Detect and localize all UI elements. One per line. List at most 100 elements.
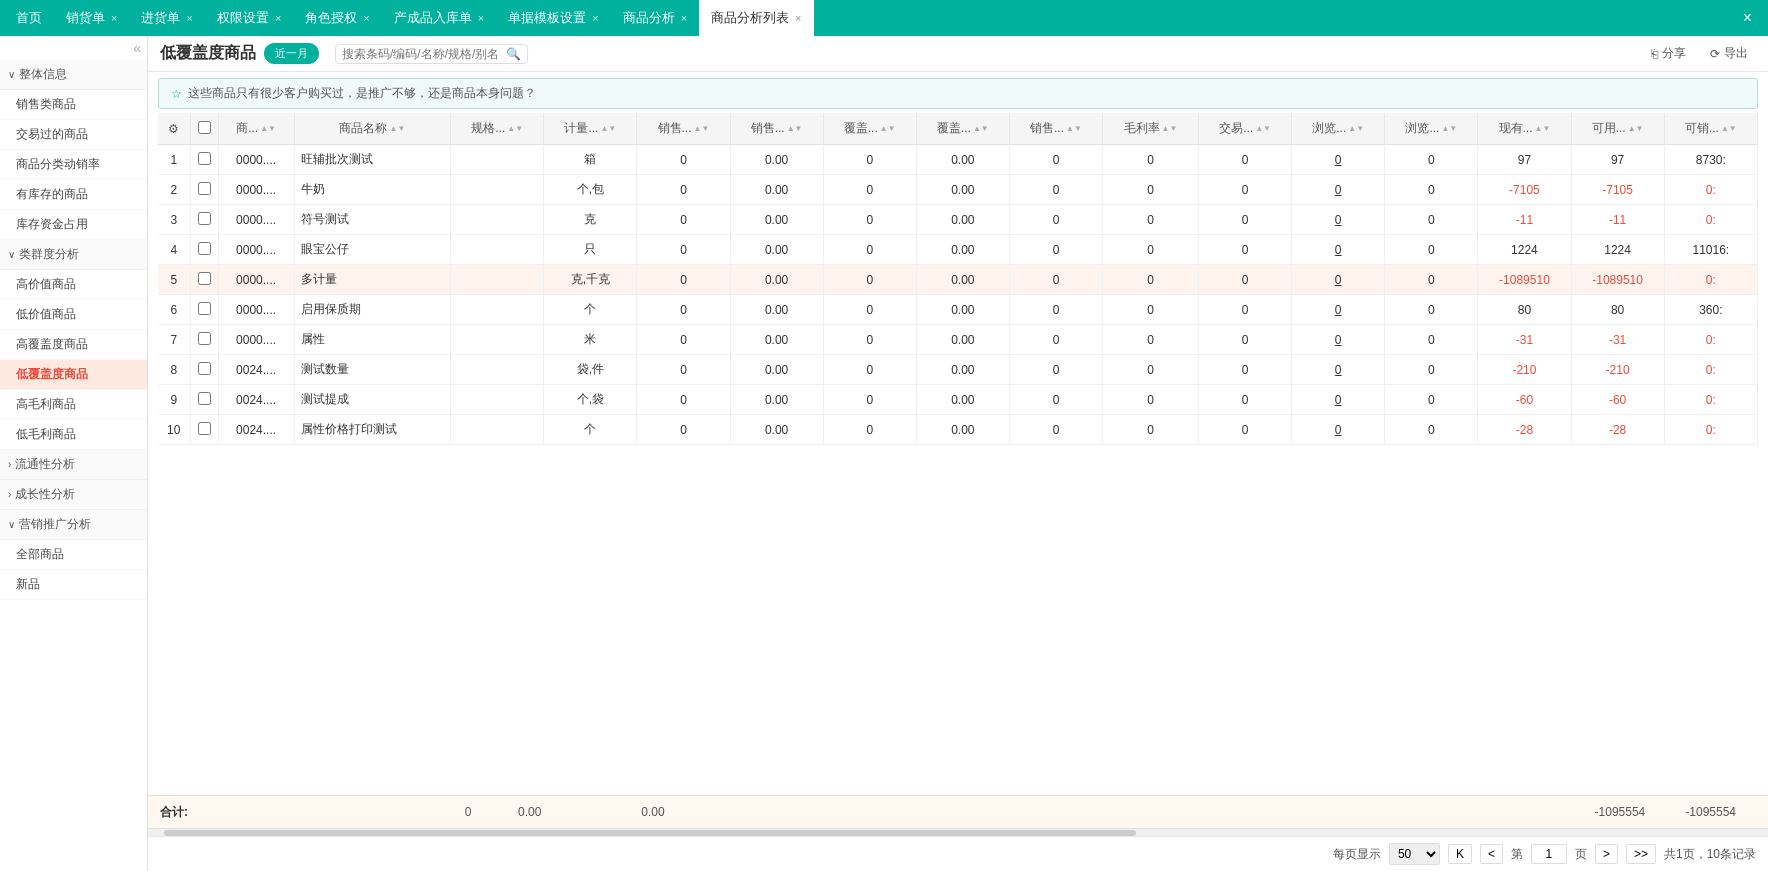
cell-browse1[interactable]: 0 [1292,325,1385,355]
cell-browse1[interactable]: 0 [1292,235,1385,265]
col-spec[interactable]: 规格... ▲▼ [451,113,544,145]
page-number-input[interactable] [1531,844,1567,864]
table-container[interactable]: ⚙ 商... ▲▼ 商品名称 [148,113,1768,795]
nav-roles-close[interactable]: × [363,0,369,36]
row-checkbox[interactable] [198,212,211,225]
page-prev-button[interactable]: < [1480,844,1503,864]
share-button[interactable]: ⎗ 分享 [1643,42,1694,65]
browse1-link[interactable]: 0 [1335,363,1342,377]
col-margin[interactable]: 毛利率 ▲▼ [1103,113,1199,145]
nav-sales[interactable]: 销货单 × [54,0,129,36]
cell-checkbox[interactable] [190,355,218,385]
sidebar-item-low-margin[interactable]: 低毛利商品 [0,420,147,450]
sidebar-item-all-goods[interactable]: 全部商品 [0,540,147,570]
sidebar-section-overall[interactable]: ∨ 整体信息 [0,60,147,90]
nav-analysis-list-close[interactable]: × [795,0,801,36]
cell-browse1[interactable]: 0 [1292,265,1385,295]
browse1-link[interactable]: 0 [1335,273,1342,287]
cell-checkbox[interactable] [190,295,218,325]
sidebar-item-high-coverage[interactable]: 高覆盖度商品 [0,330,147,360]
nav-purchase-close[interactable]: × [186,0,192,36]
browse1-link[interactable]: 0 [1335,303,1342,317]
sidebar-item-category-rate[interactable]: 商品分类动销率 [0,150,147,180]
page-next-button[interactable]: > [1595,844,1618,864]
nav-production[interactable]: 产成品入库单 × [382,0,496,36]
row-checkbox[interactable] [198,332,211,345]
nav-permissions-close[interactable]: × [275,0,281,36]
col-trade[interactable]: 交易... ▲▼ [1199,113,1292,145]
sidebar-item-low-coverage[interactable]: 低覆盖度商品 [0,360,147,390]
col-current-stock[interactable]: 现有... ▲▼ [1478,113,1571,145]
search-icon[interactable]: 🔍 [506,47,521,61]
row-checkbox[interactable] [198,242,211,255]
sidebar-item-traded-goods[interactable]: 交易过的商品 [0,120,147,150]
cell-browse1[interactable]: 0 [1292,175,1385,205]
cell-browse1[interactable]: 0 [1292,145,1385,175]
browse1-link[interactable]: 0 [1335,213,1342,227]
col-name[interactable]: 商品名称 ▲▼ [294,113,451,145]
col-available[interactable]: 可用... ▲▼ [1571,113,1664,145]
page-first-button[interactable]: K [1448,844,1472,864]
col-code[interactable]: 商... ▲▼ [218,113,294,145]
search-input[interactable] [342,47,502,61]
export-button[interactable]: ⟳ 导出 [1702,42,1756,65]
select-all-checkbox[interactable] [198,121,211,134]
page-last-button[interactable]: >> [1626,844,1656,864]
sidebar-collapse-button[interactable]: « [0,36,147,60]
cell-checkbox[interactable] [190,145,218,175]
cell-checkbox[interactable] [190,265,218,295]
window-close-button[interactable]: × [1731,9,1764,27]
row-checkbox[interactable] [198,272,211,285]
row-checkbox[interactable] [198,362,211,375]
browse1-link[interactable]: 0 [1335,423,1342,437]
cell-browse1[interactable]: 0 [1292,295,1385,325]
col-sales-qty[interactable]: 销售... ▲▼ [637,113,730,145]
cell-checkbox[interactable] [190,175,218,205]
col-cov1[interactable]: 覆盖... ▲▼ [823,113,916,145]
cell-checkbox[interactable] [190,385,218,415]
row-checkbox[interactable] [198,392,211,405]
sidebar-item-low-value[interactable]: 低价值商品 [0,300,147,330]
settings-icon[interactable]: ⚙ [168,122,179,136]
sidebar-item-in-stock[interactable]: 有库存的商品 [0,180,147,210]
nav-production-close[interactable]: × [478,0,484,36]
nav-roles[interactable]: 角色授权 × [293,0,381,36]
cell-browse1[interactable]: 0 [1292,205,1385,235]
sidebar-section-cluster[interactable]: ∨ 类群度分析 [0,240,147,270]
col-sellable[interactable]: 可销... ▲▼ [1664,113,1757,145]
col-settings[interactable]: ⚙ [158,113,190,145]
row-checkbox[interactable] [198,182,211,195]
nav-analysis-list[interactable]: 商品分析列表 × [699,0,813,36]
col-checkbox[interactable] [190,113,218,145]
nav-analysis[interactable]: 商品分析 × [611,0,699,36]
sidebar-item-high-value[interactable]: 高价值商品 [0,270,147,300]
col-browse1[interactable]: 浏览... ▲▼ [1292,113,1385,145]
col-unit[interactable]: 计量... ▲▼ [544,113,637,145]
nav-permissions[interactable]: 权限设置 × [205,0,293,36]
cell-browse1[interactable]: 0 [1292,355,1385,385]
row-checkbox[interactable] [198,422,211,435]
sidebar-item-sales-goods[interactable]: 销售类商品 [0,90,147,120]
sidebar-section-growth[interactable]: › 成长性分析 [0,480,147,510]
nav-template-close[interactable]: × [592,0,598,36]
row-checkbox[interactable] [198,302,211,315]
col-sales3[interactable]: 销售... ▲▼ [1009,113,1102,145]
sidebar-item-new-goods[interactable]: 新品 [0,570,147,600]
cell-checkbox[interactable] [190,205,218,235]
scrollbar-thumb[interactable] [164,830,1136,836]
cell-checkbox[interactable] [190,415,218,445]
cell-checkbox[interactable] [190,235,218,265]
sidebar-item-stock-capital[interactable]: 库存资金占用 [0,210,147,240]
per-page-select[interactable]: 50 100 200 [1389,843,1440,865]
col-browse2[interactable]: 浏览... ▲▼ [1385,113,1478,145]
horizontal-scrollbar[interactable] [148,828,1768,836]
browse1-link[interactable]: 0 [1335,183,1342,197]
browse1-link[interactable]: 0 [1335,243,1342,257]
sidebar-section-marketing[interactable]: ∨ 营销推广分析 [0,510,147,540]
cell-checkbox[interactable] [190,325,218,355]
nav-analysis-close[interactable]: × [681,0,687,36]
browse1-link[interactable]: 0 [1335,333,1342,347]
filter-recent-month[interactable]: 近一月 [264,43,319,64]
nav-purchase[interactable]: 进货单 × [129,0,204,36]
nav-sales-close[interactable]: × [111,0,117,36]
